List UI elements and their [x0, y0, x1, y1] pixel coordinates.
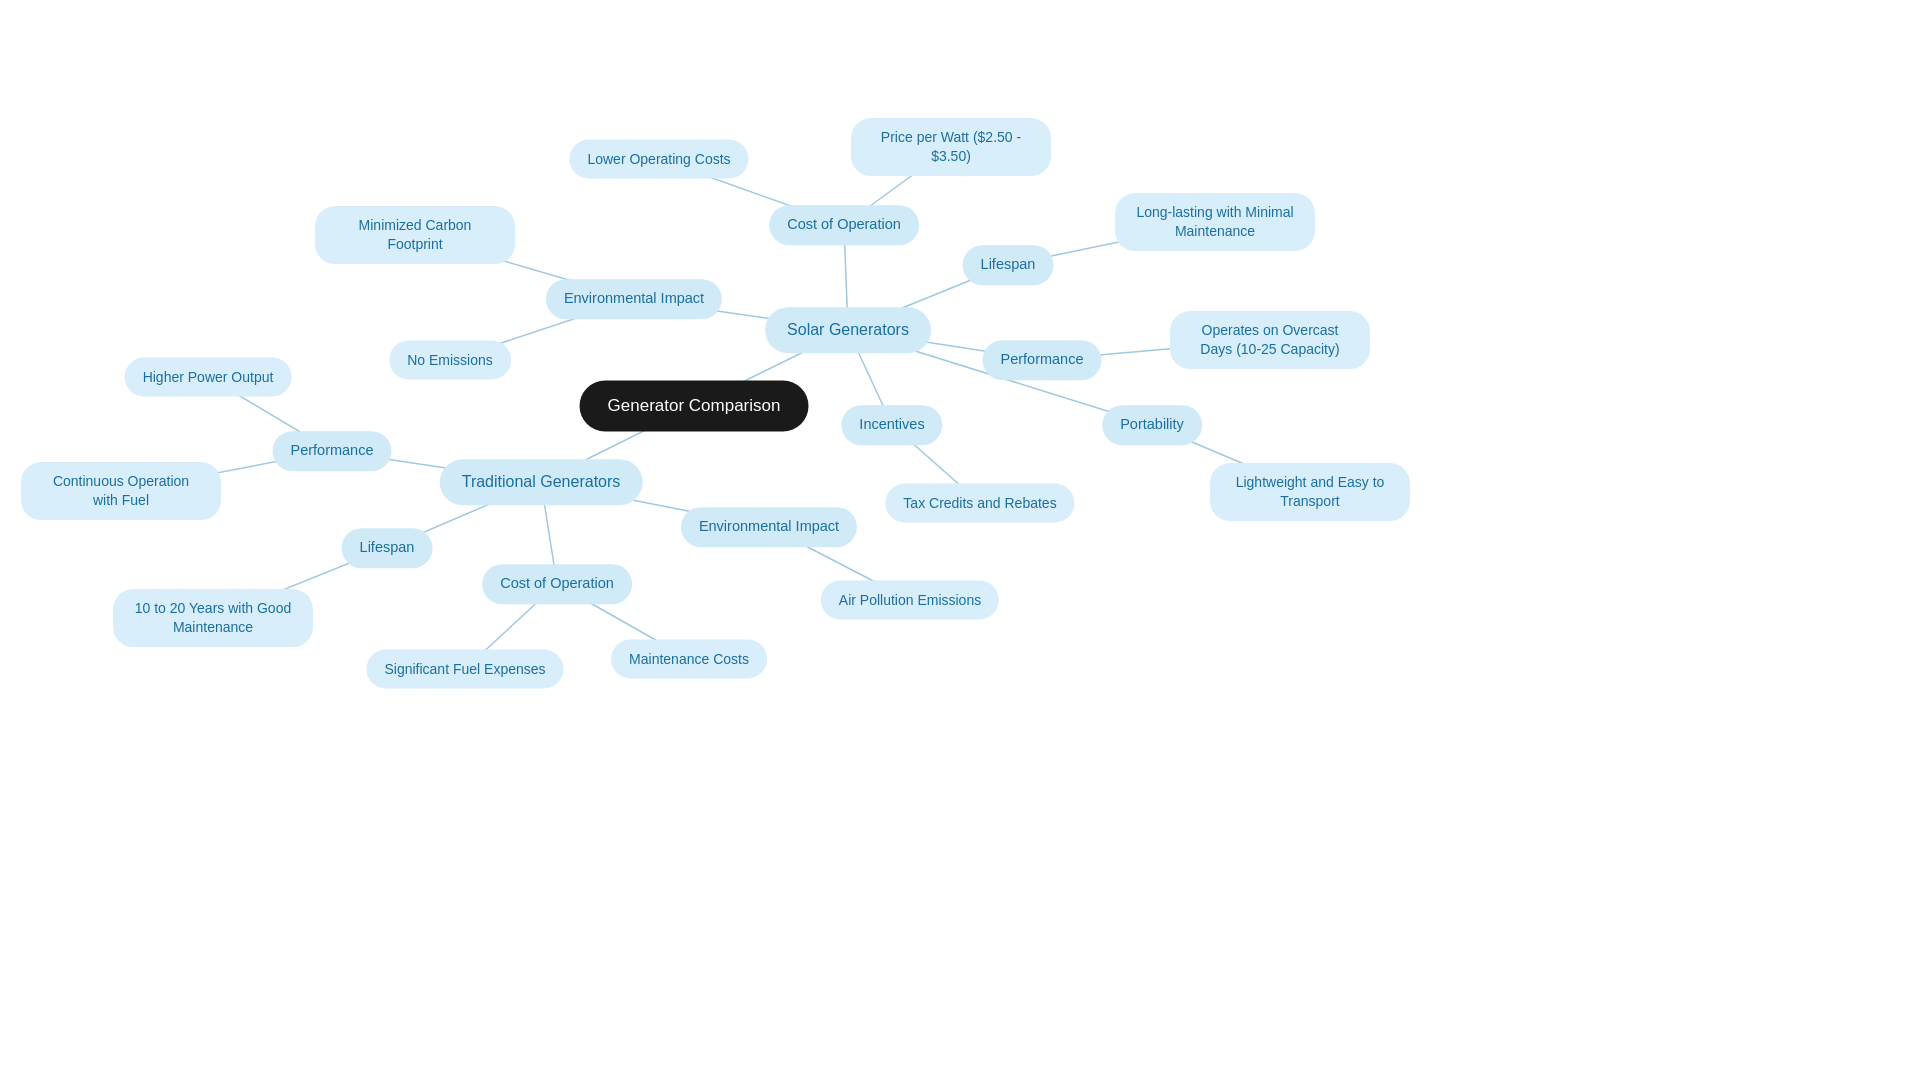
node-continuous-operation[interactable]: Continuous Operation with Fuel [21, 462, 221, 520]
node-ten-twenty-years[interactable]: 10 to 20 Years with Good Maintenance [113, 589, 313, 647]
node-solar-lifespan[interactable]: Lifespan [963, 245, 1054, 285]
mindmap-canvas: Generator Comparison Solar Generators Tr… [0, 0, 1920, 1083]
node-trad-env-impact[interactable]: Environmental Impact [681, 507, 857, 547]
node-lightweight[interactable]: Lightweight and Easy to Transport [1210, 463, 1410, 521]
node-solar-portability[interactable]: Portability [1102, 405, 1202, 445]
node-long-lasting[interactable]: Long-lasting with Minimal Maintenance [1115, 193, 1315, 251]
node-no-emissions[interactable]: No Emissions [389, 341, 511, 380]
node-solar-performance[interactable]: Performance [982, 340, 1101, 380]
node-higher-power[interactable]: Higher Power Output [125, 358, 292, 397]
node-price-per-watt[interactable]: Price per Watt ($2.50 - $3.50) [851, 118, 1051, 176]
node-air-pollution[interactable]: Air Pollution Emissions [821, 581, 999, 620]
node-lower-operating-costs[interactable]: Lower Operating Costs [569, 140, 748, 179]
node-solar-cost[interactable]: Cost of Operation [769, 205, 919, 245]
node-minimized-carbon[interactable]: Minimized Carbon Footprint [315, 206, 515, 264]
node-tax-credits[interactable]: Tax Credits and Rebates [885, 484, 1074, 523]
center-node[interactable]: Generator Comparison [580, 381, 809, 432]
node-trad-cost[interactable]: Cost of Operation [482, 564, 632, 604]
node-solar-generators[interactable]: Solar Generators [765, 307, 931, 353]
node-operates-overcast[interactable]: Operates on Overcast Days (10-25 Capacit… [1170, 311, 1370, 369]
node-solar-incentives[interactable]: Incentives [841, 405, 942, 445]
node-significant-fuel[interactable]: Significant Fuel Expenses [366, 650, 563, 689]
node-maintenance-costs[interactable]: Maintenance Costs [611, 640, 767, 679]
node-solar-env-impact[interactable]: Environmental Impact [546, 279, 722, 319]
node-trad-lifespan[interactable]: Lifespan [342, 528, 433, 568]
node-traditional-generators[interactable]: Traditional Generators [440, 459, 643, 505]
node-trad-performance[interactable]: Performance [272, 431, 391, 471]
